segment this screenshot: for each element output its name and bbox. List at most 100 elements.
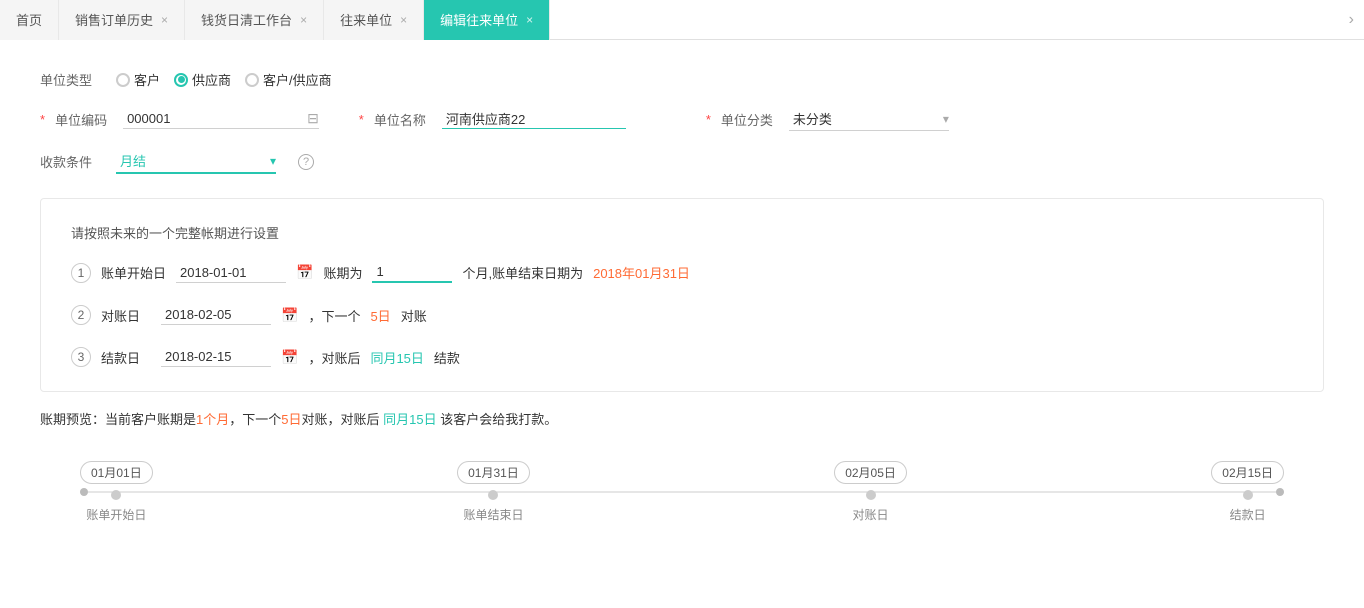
period-row-3-highlight: 同月15日	[370, 348, 423, 367]
unit-category-select[interactable]: 未分类 ▾	[789, 107, 949, 131]
preview-payment: 同月15日	[383, 412, 436, 427]
timeline-badge-2: 02月05日	[834, 461, 907, 484]
tab-related-company[interactable]: 往来单位 ×	[324, 0, 424, 40]
payment-help-icon[interactable]: ?	[298, 154, 314, 170]
period-row-1: 1 账单开始日 📅 账期为 个月,账单结束日期为 2018年01月31日	[71, 262, 1293, 283]
payment-condition-row: 收款条件 月结 ▾ ?	[40, 149, 1324, 174]
unit-type-radio-group: 客户 供应商 客户/供应商	[116, 70, 332, 89]
radio-customer[interactable]: 客户	[116, 70, 160, 89]
timeline-dot-0	[111, 490, 121, 500]
tab-edit-company-label: 编辑往来单位	[440, 10, 518, 29]
unit-category-value: 未分类	[789, 107, 939, 130]
period-row-1-label: 账单开始日	[101, 263, 166, 282]
radio-supplier[interactable]: 供应商	[174, 70, 231, 89]
unit-code-field: ⊟	[123, 109, 319, 129]
main-content: 单位类型 客户 供应商 客户/供应商 * 单位编码	[0, 40, 1364, 608]
tab-sales-history-close[interactable]: ×	[161, 13, 168, 27]
period-row-3-suffix: 结款	[434, 348, 460, 367]
period-row-3-prefix: ，对账后	[308, 348, 360, 367]
timeline-badge-1: 01月31日	[457, 461, 530, 484]
period-row-2-num: 2	[71, 305, 91, 325]
period-row-2-suffix: 对账	[401, 306, 427, 325]
tab-home-label: 首页	[16, 10, 42, 29]
timeline-end-dot	[1276, 488, 1284, 496]
timeline-badge-3: 02月15日	[1211, 461, 1284, 484]
period-row-3-date[interactable]	[161, 347, 271, 367]
tab-edit-company[interactable]: 编辑往来单位 ×	[424, 0, 550, 40]
period-row-1-num: 1	[71, 263, 91, 283]
payment-condition-chevron-icon: ▾	[270, 154, 276, 168]
timeline-dot-2	[866, 490, 876, 500]
timeline-dot-3	[1243, 490, 1253, 500]
unit-type-label: 单位类型	[40, 70, 100, 89]
preview-sep1: ，下一个	[229, 412, 281, 427]
unit-info-row: * 单位编码 ⊟ * 单位名称 * 单位分类 未分类 ▾	[40, 107, 1324, 131]
timeline-label-2: 对账日	[853, 506, 889, 523]
tab-cash-work-label: 钱货日清工作台	[201, 10, 292, 29]
timeline-label-1: 账单结束日	[463, 506, 523, 523]
radio-customer-supplier[interactable]: 客户/供应商	[245, 70, 332, 89]
unit-name-input[interactable]	[442, 109, 626, 129]
tab-more-chevron[interactable]: ›	[1339, 11, 1364, 29]
period-row-2: 2 对账日 📅 ，下一个 5日 对账	[71, 305, 1293, 325]
preview-sep2: 对账，对账后	[302, 412, 380, 427]
tab-related-company-close[interactable]: ×	[400, 13, 407, 27]
period-row-2-date[interactable]	[161, 305, 271, 325]
timeline-badge-0: 01月01日	[80, 461, 153, 484]
period-row-2-cal-icon[interactable]: 📅	[281, 307, 298, 324]
timeline-start-dot	[80, 488, 88, 496]
period-row-2-highlight: 5日	[370, 306, 390, 325]
period-row-3: 3 结款日 📅 ，对账后 同月15日 结款	[71, 347, 1293, 367]
timeline-label-0: 账单开始日	[86, 506, 146, 523]
radio-customer-circle	[116, 73, 130, 87]
tab-bar: 首页 销售订单历史 × 钱货日清工作台 × 往来单位 × 编辑往来单位 × ›	[0, 0, 1364, 40]
radio-supplier-dot	[178, 76, 185, 83]
unit-name-star: *	[359, 112, 364, 127]
tab-edit-company-close[interactable]: ×	[526, 13, 533, 27]
timeline-items: 01月01日 账单开始日 01月31日 账单结束日 02月05日 对账日 02月…	[80, 461, 1284, 523]
preview-label: 账期预览：当前客户账期是	[40, 412, 196, 427]
unit-code-label: 单位编码	[55, 110, 115, 129]
payment-condition-select[interactable]: 月结 ▾	[116, 149, 276, 174]
period-row-3-num: 3	[71, 347, 91, 367]
tab-related-company-label: 往来单位	[340, 10, 392, 29]
timeline-item-3: 02月15日 结款日	[1211, 461, 1284, 523]
period-row-3-label: 结款日	[101, 348, 151, 367]
preview-suffix: 该客户会给我打款。	[440, 412, 557, 427]
period-row-3-cal-icon[interactable]: 📅	[281, 349, 298, 366]
timeline: 01月01日 账单开始日 01月31日 账单结束日 02月05日 对账日 02月…	[40, 451, 1324, 533]
radio-customer-label: 客户	[134, 70, 160, 89]
timeline-item-0: 01月01日 账单开始日	[80, 461, 153, 523]
radio-customer-supplier-circle	[245, 73, 259, 87]
period-row-1-suffix-after: 个月,账单结束日期为	[462, 263, 583, 282]
preview-reconcile: 5日	[281, 412, 301, 427]
radio-supplier-circle	[174, 73, 188, 87]
timeline-dot-1	[488, 490, 498, 500]
tab-home[interactable]: 首页	[0, 0, 59, 40]
unit-type-row: 单位类型 客户 供应商 客户/供应商	[40, 70, 1324, 89]
period-row-1-suffix-before: 账期为	[323, 263, 362, 282]
preview-text: 账期预览：当前客户账期是1个月，下一个5日对账，对账后 同月15日 该客户会给我…	[40, 408, 1324, 431]
unit-category-star: *	[706, 112, 711, 127]
period-row-1-cal-icon[interactable]: 📅	[296, 264, 313, 281]
tab-cash-work[interactable]: 钱货日清工作台 ×	[185, 0, 324, 40]
unit-code-star: *	[40, 112, 45, 127]
period-row-1-highlight: 2018年01月31日	[593, 263, 690, 282]
payment-condition-label: 收款条件	[40, 152, 100, 171]
period-row-2-prefix: ，下一个	[308, 306, 360, 325]
period-month-input[interactable]	[372, 262, 452, 283]
period-row-1-date[interactable]	[176, 263, 286, 283]
timeline-label-3: 结款日	[1230, 506, 1266, 523]
payment-condition-value: 月结	[116, 149, 266, 172]
tab-sales-history[interactable]: 销售订单历史 ×	[59, 0, 185, 40]
unit-category-label: 单位分类	[721, 110, 781, 129]
radio-customer-supplier-label: 客户/供应商	[263, 70, 332, 89]
radio-supplier-label: 供应商	[192, 70, 231, 89]
unit-code-input[interactable]	[123, 109, 307, 128]
tab-cash-work-close[interactable]: ×	[300, 13, 307, 27]
tab-sales-history-label: 销售订单历史	[75, 10, 153, 29]
period-card-title: 请按照未来的一个完整帐期进行设置	[71, 223, 1293, 242]
unit-code-icon[interactable]: ⊟	[307, 110, 319, 127]
unit-name-label: 单位名称	[374, 110, 434, 129]
unit-category-chevron-icon: ▾	[943, 112, 949, 126]
